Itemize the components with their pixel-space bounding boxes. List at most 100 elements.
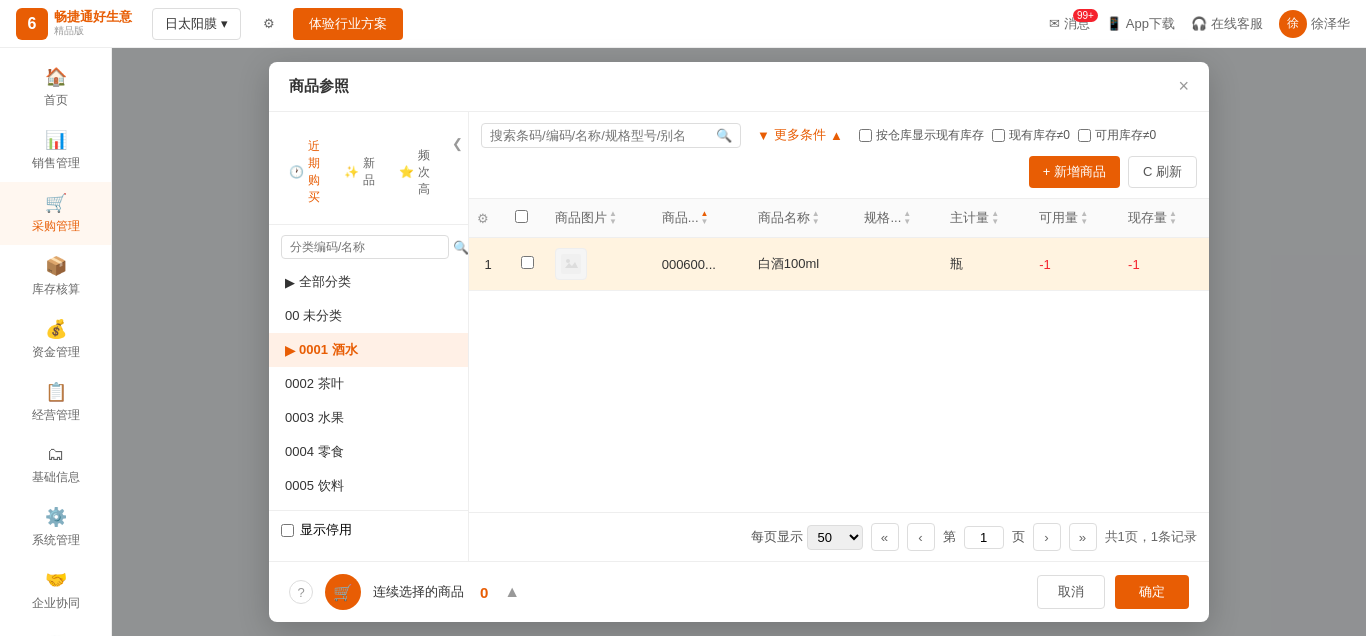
- product-search-input[interactable]: [490, 128, 712, 143]
- cat-item-beverage[interactable]: 0005 饮料: [269, 469, 468, 503]
- sidebar-item-guide[interactable]: 📖 新手引导: [0, 622, 111, 636]
- sidebar-item-finance[interactable]: 💰 资金管理: [0, 308, 111, 371]
- category-footer: 显示停用: [269, 510, 468, 549]
- last-page-button[interactable]: »: [1069, 523, 1097, 551]
- category-search-area: 🔍: [269, 229, 468, 265]
- th-spec[interactable]: 规格...▲▼: [856, 199, 942, 238]
- cat-item-tea[interactable]: 0002 茶叶: [269, 367, 468, 401]
- sidebar-item-inventory[interactable]: 📦 库存核算: [0, 245, 111, 308]
- messages-button[interactable]: ✉ 消息 99+: [1049, 15, 1090, 33]
- stock-checkbox-1[interactable]: [859, 129, 872, 142]
- frequency-icon: ⭐: [399, 165, 414, 179]
- page-number-input[interactable]: [964, 526, 1004, 549]
- modal-close-button[interactable]: ×: [1178, 76, 1189, 97]
- enterprise-icon: 🤝: [45, 569, 67, 591]
- logo-area: 6 畅捷通好生意 精品版: [16, 8, 132, 40]
- category-list: ▶ 全部分类 00 未分类 ▶ 0001 酒水 0002 茶: [269, 265, 468, 510]
- next-page-button[interactable]: ›: [1033, 523, 1061, 551]
- stock-filter-checkbox-2[interactable]: 现有库存≠0: [992, 127, 1070, 144]
- chevron-down-icon: ▾: [221, 16, 228, 31]
- trial-button[interactable]: 体验行业方案: [293, 8, 403, 40]
- cat-item-all[interactable]: ▶ 全部分类: [269, 265, 468, 299]
- inventory-icon: 📦: [45, 255, 67, 277]
- first-page-button[interactable]: «: [871, 523, 899, 551]
- row-select-checkbox[interactable]: [521, 256, 534, 269]
- row-name: 白酒100ml: [750, 238, 857, 291]
- th-name[interactable]: 商品名称▲▼: [750, 199, 857, 238]
- filter-icon: ▼: [757, 128, 770, 143]
- category-search-input[interactable]: [281, 235, 449, 259]
- cat-tab-new[interactable]: ✨ 新品: [336, 134, 383, 210]
- th-code[interactable]: 商品...▲▼: [654, 199, 750, 238]
- cart-icon[interactable]: 🛒: [325, 574, 361, 610]
- sidebar-item-sales[interactable]: 📊 销售管理: [0, 119, 111, 182]
- th-checkbox[interactable]: [507, 199, 547, 238]
- cat-tab-recent[interactable]: 🕐 近期购买: [281, 134, 328, 210]
- cat-item-fruit[interactable]: 0003 水果: [269, 401, 468, 435]
- help-icon[interactable]: ?: [289, 580, 313, 604]
- cat-tab-frequent[interactable]: ⭐ 频次高: [391, 134, 438, 210]
- svg-rect-0: [561, 254, 581, 274]
- th-available[interactable]: 可用量▲▼: [1031, 199, 1120, 238]
- add-product-button[interactable]: + 新增商品: [1029, 156, 1120, 188]
- per-page-select[interactable]: 50 10 20 100: [807, 525, 863, 550]
- operation-icon: 📋: [45, 381, 67, 403]
- cat-divider: [269, 224, 468, 225]
- product-search-box: 🔍: [481, 123, 741, 148]
- search-icon[interactable]: 🔍: [716, 128, 732, 143]
- message-icon: ✉: [1049, 16, 1060, 31]
- footer-actions: 取消 确定: [1037, 575, 1189, 609]
- sidebar-item-home[interactable]: 🏠 首页: [0, 56, 111, 119]
- nav-selector[interactable]: 日太阳膜 ▾: [152, 8, 241, 40]
- product-table: ⚙ 商品图片▲▼ 商品...▲▼: [469, 199, 1209, 291]
- settings-icon[interactable]: ⚙: [253, 8, 285, 40]
- sidebar-collapse-button[interactable]: ❮: [446, 134, 469, 210]
- stock-filter-checkbox-1[interactable]: 按仓库显示现有库存: [859, 127, 984, 144]
- purchase-icon: 🛒: [45, 192, 67, 214]
- row-checkbox[interactable]: [507, 238, 547, 291]
- row-unit: 瓶: [942, 238, 1031, 291]
- cat-item-liquor[interactable]: ▶ 0001 酒水: [269, 333, 468, 367]
- confirm-button[interactable]: 确定: [1115, 575, 1189, 609]
- sidebar-item-base[interactable]: 🗂 基础信息: [0, 434, 111, 496]
- app-download-button[interactable]: 📱 App下载: [1106, 15, 1175, 33]
- table-row[interactable]: 1 000600... 白酒100ml: [469, 238, 1209, 291]
- th-settings[interactable]: ⚙: [469, 199, 507, 238]
- show-disabled-checkbox[interactable]: [281, 524, 294, 537]
- sidebar-item-operation[interactable]: 📋 经营管理: [0, 371, 111, 434]
- product-table-wrapper: ⚙ 商品图片▲▼ 商品...▲▼: [469, 199, 1209, 512]
- row-no: 1: [469, 238, 507, 291]
- clock-icon: 🕐: [289, 165, 304, 179]
- th-stock[interactable]: 现存量▲▼: [1120, 199, 1209, 238]
- search-icon[interactable]: 🔍: [453, 240, 469, 255]
- cat-item-snack[interactable]: 0004 零食: [269, 435, 468, 469]
- th-unit[interactable]: 主计量▲▼: [942, 199, 1031, 238]
- footer-collapse-button[interactable]: ▲: [504, 583, 520, 601]
- sidebar-item-system[interactable]: ⚙️ 系统管理: [0, 496, 111, 559]
- sales-icon: 📊: [45, 129, 67, 151]
- stock-checkbox-2[interactable]: [992, 129, 1005, 142]
- modal-body: 🕐 近期购买 ✨ 新品 ⭐ 频次高 ❮: [269, 112, 1209, 561]
- product-toolbar: 🔍 ▼ 更多条件 ▲ 按仓库显示现有库存: [469, 112, 1209, 199]
- filter-more-button[interactable]: ▼ 更多条件 ▲: [749, 122, 851, 148]
- sidebar-item-enterprise[interactable]: 🤝 企业协同: [0, 559, 111, 622]
- headset-icon: 🎧: [1191, 16, 1207, 31]
- row-available: -1: [1031, 238, 1120, 291]
- th-image: 商品图片▲▼: [547, 199, 654, 238]
- prev-page-button[interactable]: ‹: [907, 523, 935, 551]
- cat-item-uncategorized[interactable]: 00 未分类: [269, 299, 468, 333]
- online-service-button[interactable]: 🎧 在线客服: [1191, 15, 1263, 33]
- active-arrow-icon: ▶: [285, 343, 295, 358]
- select-all-checkbox[interactable]: [515, 210, 528, 223]
- topbar-right: ✉ 消息 99+ 📱 App下载 🎧 在线客服 徐 徐泽华: [1049, 10, 1350, 38]
- modal-header: 商品参照 ×: [269, 62, 1209, 112]
- cat-item-water[interactable]: 0008 水: [269, 503, 468, 510]
- sidebar-item-purchase[interactable]: 🛒 采购管理: [0, 182, 111, 245]
- cancel-button[interactable]: 取消: [1037, 575, 1105, 609]
- sidebar: 🏠 首页 📊 销售管理 🛒 采购管理 📦 库存核算 💰 资金管理 📋 经营管理 …: [0, 48, 112, 636]
- refresh-button[interactable]: C 刷新: [1128, 156, 1197, 188]
- category-sidebar: 🕐 近期购买 ✨ 新品 ⭐ 频次高 ❮: [269, 112, 469, 561]
- usable-checkbox[interactable]: [1078, 129, 1091, 142]
- user-menu[interactable]: 徐 徐泽华: [1279, 10, 1350, 38]
- usable-filter-checkbox[interactable]: 可用库存≠0: [1078, 127, 1156, 144]
